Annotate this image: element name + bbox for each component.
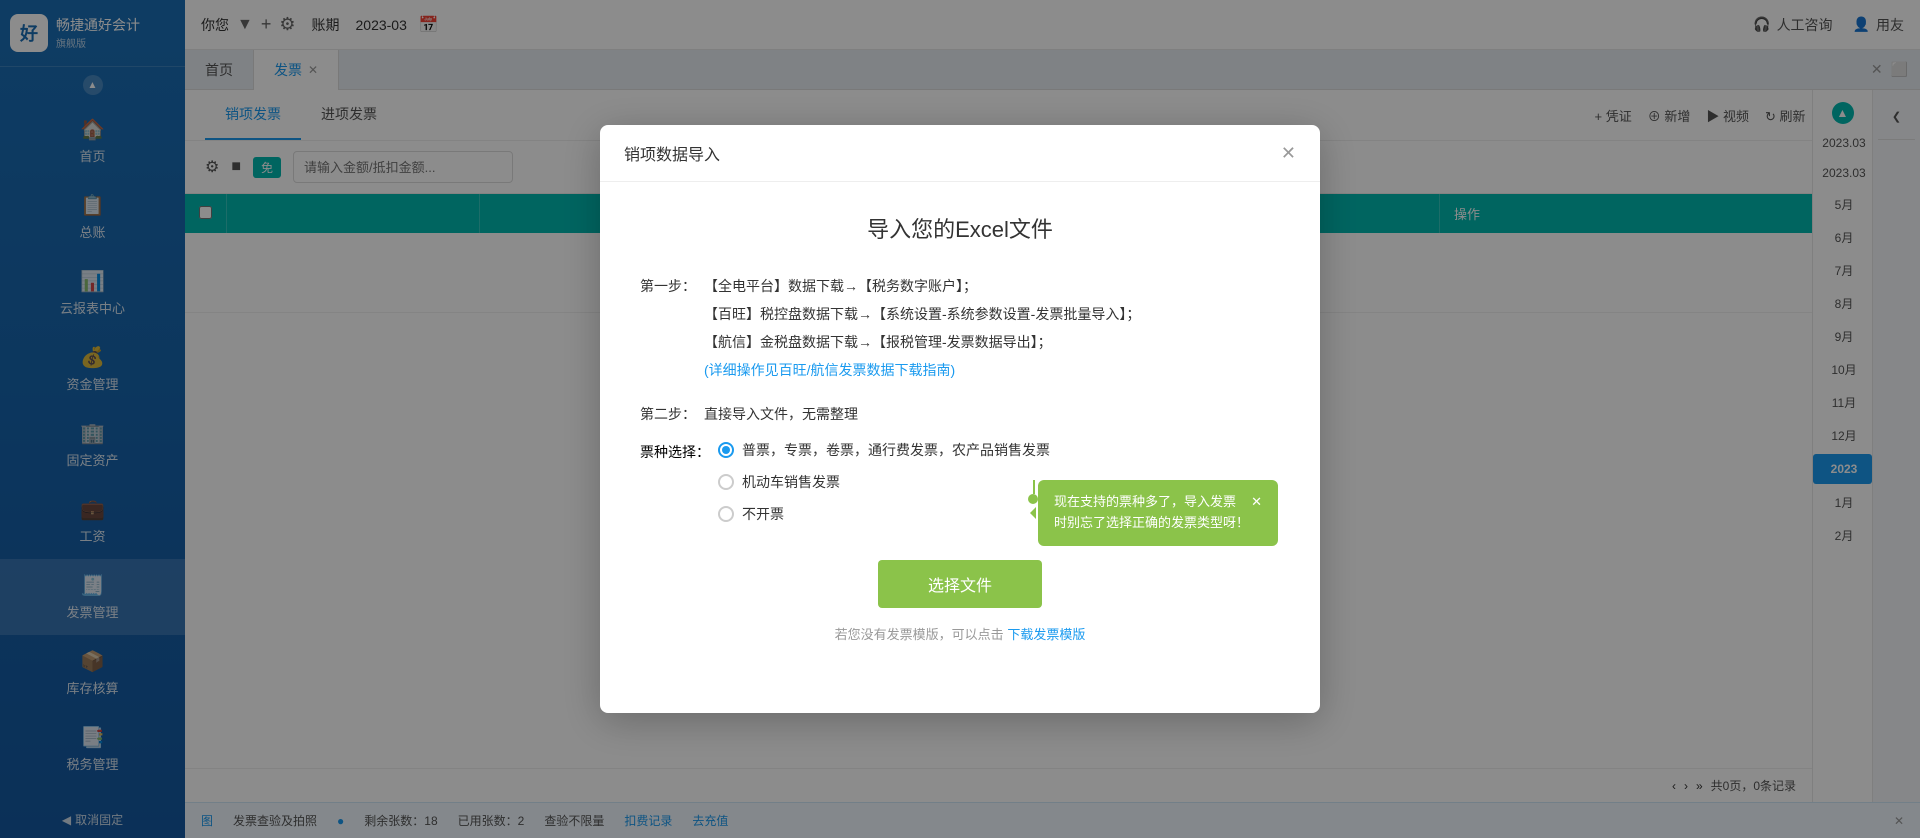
tooltip-container: ✕ 现在支持的票种多了，导入发票时别忘了选择正确的发票类型呀！ — [1038, 480, 1278, 546]
ticket-select: 票种选择： 普票，专票，卷票，通行费发票，农产品销售发票 机动车销售发票 — [640, 440, 1280, 536]
download-tip: 若您没有发票模版，可以点击 — [835, 627, 1004, 642]
step1-line2: 【百旺】税控盘数据下载→【系统设置-系统参数设置-发票批量导入】； — [704, 300, 1140, 328]
radio-1 — [718, 474, 734, 490]
radio-0 — [718, 442, 734, 458]
ticket-select-label: 票种选择： — [640, 440, 710, 462]
modal-overlay[interactable]: 销项数据导入 ✕ 导入您的Excel文件 第一步： 【全电平台】数据下载→【税务… — [0, 0, 1920, 838]
select-file-btn[interactable]: 选择文件 — [878, 560, 1042, 608]
step1-line3: 【航信】金税盘数据下载→【报税管理-发票数据导出】； — [704, 328, 1140, 356]
tooltip-dot — [1028, 494, 1038, 504]
ticket-option-2-label: 不开票 — [742, 504, 784, 524]
tooltip-bubble: ✕ 现在支持的票种多了，导入发票时别忘了选择正确的发票类型呀！ — [1038, 480, 1278, 546]
import-modal: 销项数据导入 ✕ 导入您的Excel文件 第一步： 【全电平台】数据下载→【税务… — [600, 125, 1320, 713]
step1-link-text[interactable]: (详细操作见百旺/航信发票数据下载指南) — [704, 362, 955, 378]
step1-lines: 【全电平台】数据下载→【税务数字账户】； 【百旺】税控盘数据下载→【系统设置-系… — [704, 272, 1140, 384]
step1-content: 第一步： 【全电平台】数据下载→【税务数字账户】； 【百旺】税控盘数据下载→【系… — [640, 272, 1280, 384]
modal-main-title: 导入您的Excel文件 — [640, 212, 1280, 244]
ticket-option-2[interactable]: 不开票 — [718, 504, 1050, 524]
modal-title: 销项数据导入 — [624, 141, 720, 165]
ticket-option-1-label: 机动车销售发票 — [742, 472, 840, 492]
modal-header: 销项数据导入 ✕ — [600, 125, 1320, 182]
ticket-option-0-label: 普票，专票，卷票，通行费发票，农产品销售发票 — [742, 440, 1050, 460]
step2-label: 第二步： — [640, 404, 696, 424]
download-template: 若您没有发票模版，可以点击 下载发票模版 — [640, 624, 1280, 643]
step2-content: 直接导入文件，无需整理 — [704, 404, 858, 424]
tooltip-text: 现在支持的票种多了，导入发票时别忘了选择正确的发票类型呀！ — [1054, 494, 1249, 530]
download-link[interactable]: 下载发票模版 — [1007, 627, 1085, 642]
ticket-select-row: 票种选择： 普票，专票，卷票，通行费发票，农产品销售发票 机动车销售发票 — [640, 440, 1280, 536]
ticket-options: 普票，专票，卷票，通行费发票，农产品销售发票 机动车销售发票 不开票 — [718, 440, 1050, 536]
ticket-option-1[interactable]: 机动车销售发票 — [718, 472, 1050, 492]
step1-link: (详细操作见百旺/航信发票数据下载指南) — [704, 356, 1140, 384]
step1-label: 第一步： — [640, 272, 696, 384]
step1: 第一步： 【全电平台】数据下载→【税务数字账户】； 【百旺】税控盘数据下载→【系… — [640, 272, 1280, 384]
tooltip-line — [1033, 480, 1035, 494]
select-file-section: 选择文件 — [640, 560, 1280, 608]
step2: 第二步： 直接导入文件，无需整理 — [640, 404, 1280, 424]
ticket-option-0[interactable]: 普票，专票，卷票，通行费发票，农产品销售发票 — [718, 440, 1050, 460]
step1-line1: 【全电平台】数据下载→【税务数字账户】； — [704, 272, 1140, 300]
modal-close-btn[interactable]: ✕ — [1281, 143, 1296, 164]
modal-body: 导入您的Excel文件 第一步： 【全电平台】数据下载→【税务数字账户】； 【百… — [600, 182, 1320, 673]
radio-2 — [718, 506, 734, 522]
tooltip-close-btn[interactable]: ✕ — [1251, 492, 1262, 513]
